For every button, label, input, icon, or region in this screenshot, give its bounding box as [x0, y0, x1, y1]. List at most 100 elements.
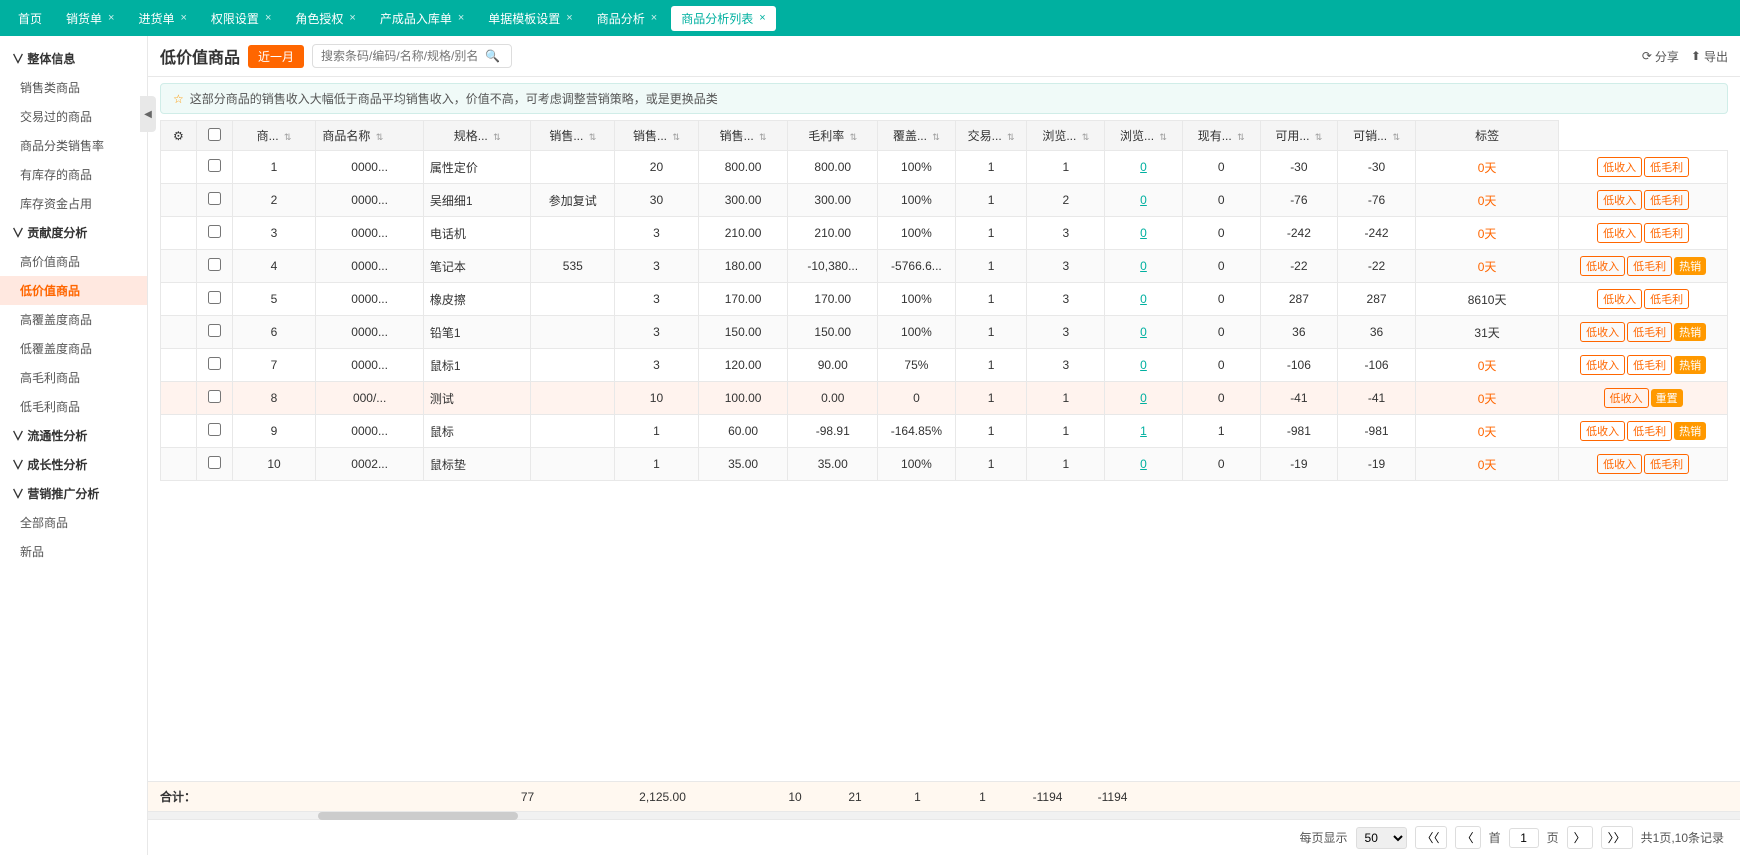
col-header-sellable[interactable]: 可销... ⇅	[1338, 121, 1416, 151]
row-checkbox[interactable]	[208, 324, 221, 337]
col-header-current[interactable]: 现有... ⇅	[1182, 121, 1260, 151]
search-icon[interactable]: 🔍	[485, 49, 500, 63]
sidebar-item-sales-goods[interactable]: 销售类商品	[0, 73, 147, 102]
nav-home[interactable]: 首页	[8, 6, 52, 31]
row-checkbox[interactable]	[208, 456, 221, 469]
row-checkbox[interactable]	[208, 225, 221, 238]
sidebar-collapse-button[interactable]: ◀	[140, 96, 156, 132]
row-checkbox[interactable]	[208, 390, 221, 403]
col-header-check[interactable]	[196, 121, 232, 151]
row-tags: 低收入低毛利	[1559, 217, 1728, 250]
nav-analysis-list-close[interactable]: ×	[759, 12, 765, 24]
view1-link[interactable]: 0	[1140, 325, 1147, 339]
sidebar-group-contribution[interactable]: ∨ 贡献度分析	[0, 218, 147, 247]
col-header-view2[interactable]: 浏览... ⇅	[1105, 121, 1183, 151]
nav-permission[interactable]: 权限设置 ×	[201, 6, 281, 31]
row-checkbox[interactable]	[208, 423, 221, 436]
nav-analysis-close[interactable]: ×	[651, 12, 657, 24]
row-code: 0000...	[316, 151, 424, 184]
row-checkbox[interactable]	[208, 192, 221, 205]
col-header-sales-price[interactable]: 销售... ⇅	[615, 121, 699, 151]
view1-link[interactable]: 0	[1140, 160, 1147, 174]
row-check[interactable]	[196, 217, 232, 250]
row-checkbox[interactable]	[208, 291, 221, 304]
nav-product-close[interactable]: ×	[458, 12, 464, 24]
nav-goods-analysis[interactable]: 商品分析 ×	[587, 6, 667, 31]
view1-link[interactable]: 0	[1140, 226, 1147, 240]
search-input[interactable]	[321, 49, 481, 63]
sidebar-item-new-goods[interactable]: 新品	[0, 537, 147, 566]
row-check[interactable]	[196, 316, 232, 349]
nav-product-stock[interactable]: 产成品入库单 ×	[370, 6, 474, 31]
row-check[interactable]	[196, 349, 232, 382]
col-header-gross[interactable]: 毛利率 ⇅	[788, 121, 878, 151]
row-gross-rate: 100%	[878, 283, 956, 316]
sidebar-item-low-value[interactable]: 低价值商品	[0, 276, 147, 305]
nav-role-auth[interactable]: 角色授权 ×	[285, 6, 365, 31]
col-header-avail[interactable]: 可用... ⇅	[1260, 121, 1338, 151]
row-check[interactable]	[196, 250, 232, 283]
sidebar-item-traded-goods[interactable]: 交易过的商品	[0, 102, 147, 131]
row-checkbox[interactable]	[208, 258, 221, 271]
col-header-sales-qty[interactable]: 销售... ⇅	[531, 121, 615, 151]
row-sellable-days: 8610天	[1415, 283, 1558, 316]
view1-link[interactable]: 0	[1140, 292, 1147, 306]
row-check[interactable]	[196, 382, 232, 415]
nav-sales-close[interactable]: ×	[108, 12, 114, 24]
sidebar-item-low-coverage[interactable]: 低覆盖度商品	[0, 334, 147, 363]
row-check[interactable]	[196, 283, 232, 316]
sidebar-item-category-sales[interactable]: 商品分类销售率	[0, 131, 147, 160]
sidebar-group-growth[interactable]: ∨ 成长性分析	[0, 450, 147, 479]
sidebar-item-low-profit[interactable]: 低毛利商品	[0, 392, 147, 421]
sidebar-item-stock-goods[interactable]: 有库存的商品	[0, 160, 147, 189]
sidebar-group-overview[interactable]: ∨ 整体信息	[0, 44, 147, 73]
col-header-trade[interactable]: 交易... ⇅	[955, 121, 1027, 151]
row-checkbox[interactable]	[208, 159, 221, 172]
col-header-spec[interactable]: 规格... ⇅	[423, 121, 531, 151]
nav-template-setting[interactable]: 单据模板设置 ×	[478, 6, 582, 31]
col-header-setting[interactable]: ⚙	[161, 121, 197, 151]
page-number-input[interactable]	[1509, 828, 1539, 848]
sidebar-item-high-value[interactable]: 高价值商品	[0, 247, 147, 276]
table-container[interactable]: ⚙ 商... ⇅ 商品名称 ⇅ 规格... ⇅ 销售... ⇅ 销售... ⇅ …	[148, 120, 1740, 781]
sidebar-group-marketing[interactable]: ∨ 营销推广分析	[0, 479, 147, 508]
nav-role-close[interactable]: ×	[349, 12, 355, 24]
nav-purchase-close[interactable]: ×	[180, 12, 186, 24]
sidebar-item-high-profit[interactable]: 高毛利商品	[0, 363, 147, 392]
view1-link[interactable]: 0	[1140, 391, 1147, 405]
view1-link[interactable]: 0	[1140, 193, 1147, 207]
view1-link[interactable]: 1	[1140, 424, 1147, 438]
nav-permission-close[interactable]: ×	[265, 12, 271, 24]
first-page-button[interactable]: 〈〈	[1415, 826, 1447, 849]
last-page-button[interactable]: 〉〉	[1601, 826, 1633, 849]
next-page-button[interactable]: 〉	[1567, 826, 1593, 849]
col-header-sales-amt[interactable]: 销售... ⇅	[698, 121, 788, 151]
nav-goods-analysis-list[interactable]: 商品分析列表 ×	[671, 6, 775, 31]
nav-sales-order[interactable]: 销货单 ×	[56, 6, 124, 31]
sidebar-item-all-goods[interactable]: 全部商品	[0, 508, 147, 537]
share-button[interactable]: ⟳ 分享	[1642, 48, 1679, 65]
col-header-view1[interactable]: 浏览... ⇅	[1027, 121, 1105, 151]
row-check[interactable]	[196, 184, 232, 217]
row-tags: 低收入低毛利	[1559, 184, 1728, 217]
col-header-code[interactable]: 商... ⇅	[232, 121, 316, 151]
view1-link[interactable]: 0	[1140, 457, 1147, 471]
row-check[interactable]	[196, 415, 232, 448]
per-page-select[interactable]: 50 20 100	[1356, 827, 1407, 849]
filter-near-month-button[interactable]: 近一月	[248, 45, 304, 68]
col-header-coverage[interactable]: 覆盖... ⇅	[878, 121, 956, 151]
row-check[interactable]	[196, 151, 232, 184]
sidebar-item-stock-capital[interactable]: 库存资金占用	[0, 189, 147, 218]
col-header-name[interactable]: 商品名称 ⇅	[316, 121, 424, 151]
nav-purchase-order[interactable]: 进货单 ×	[128, 6, 196, 31]
sidebar-group-liquidity[interactable]: ∨ 流通性分析	[0, 421, 147, 450]
prev-page-button[interactable]: 〈	[1455, 826, 1481, 849]
row-check[interactable]	[196, 448, 232, 481]
nav-template-close[interactable]: ×	[566, 12, 572, 24]
select-all-checkbox[interactable]	[208, 128, 221, 141]
view1-link[interactable]: 0	[1140, 358, 1147, 372]
export-button[interactable]: ⬆ 导出	[1691, 48, 1728, 65]
sidebar-item-high-coverage[interactable]: 高覆盖度商品	[0, 305, 147, 334]
view1-link[interactable]: 0	[1140, 259, 1147, 273]
row-checkbox[interactable]	[208, 357, 221, 370]
